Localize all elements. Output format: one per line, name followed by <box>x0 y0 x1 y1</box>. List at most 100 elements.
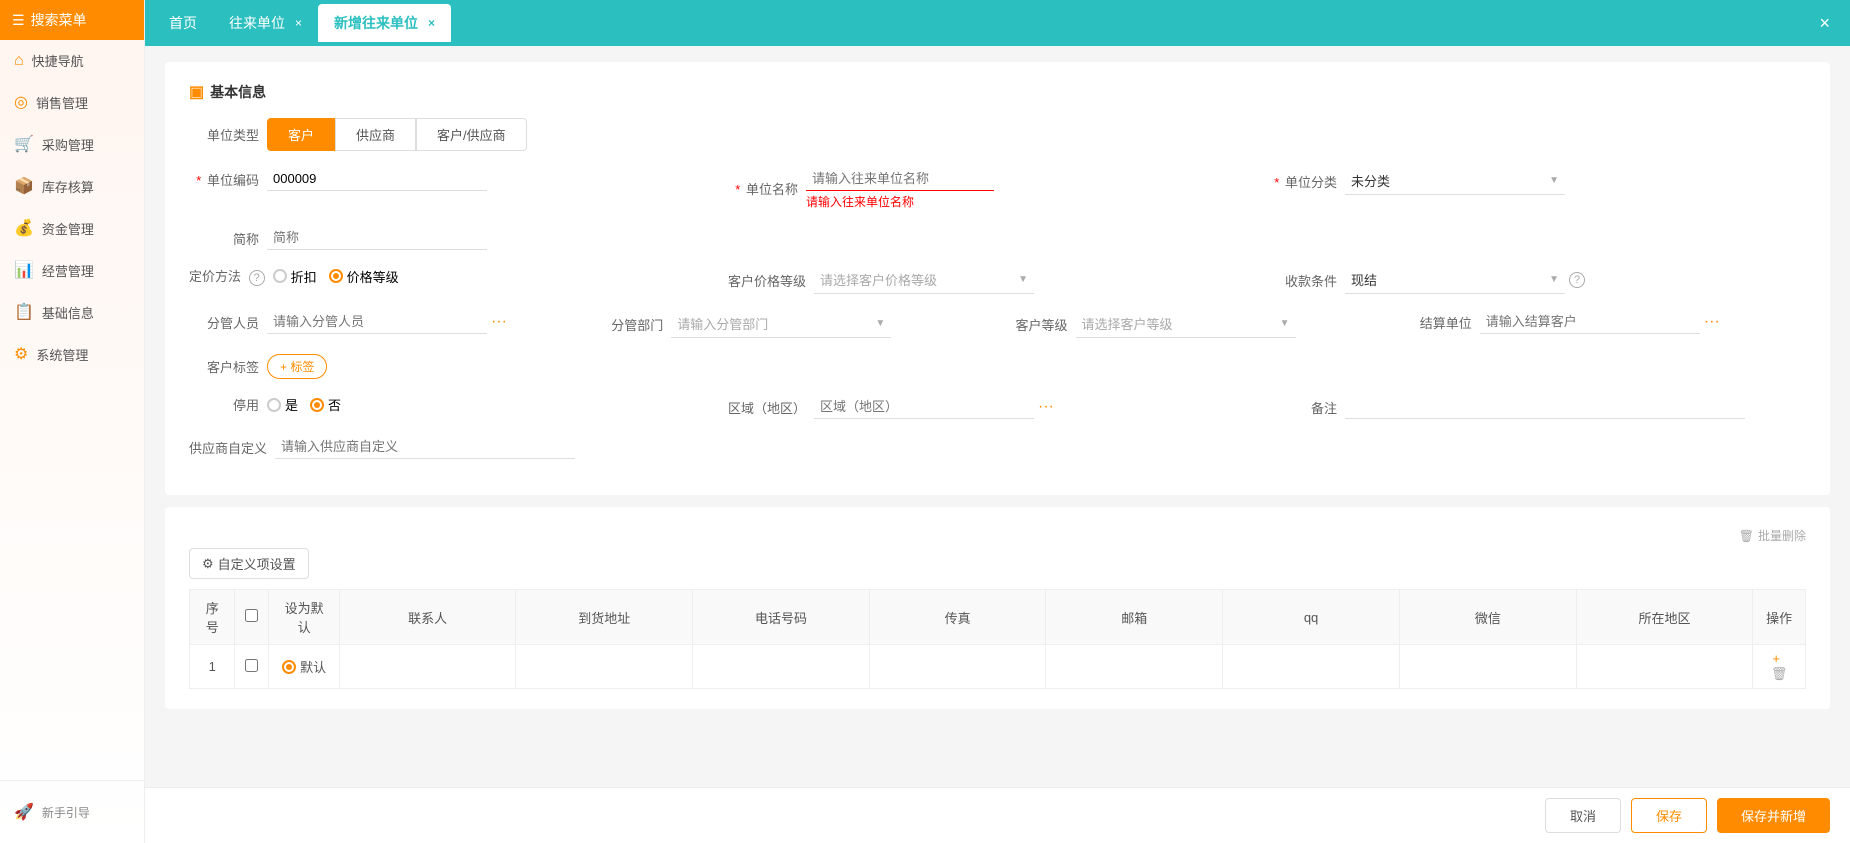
row-address[interactable] <box>516 645 693 689</box>
row-wechat[interactable] <box>1400 645 1577 689</box>
search-menu-label: 搜索菜单 <box>31 10 87 30</box>
short-name-input[interactable] <box>267 226 487 250</box>
col-region: 所在地区 <box>1576 590 1753 645</box>
pricing-discount-option[interactable]: 折扣 <box>273 267 317 286</box>
unit-type-customer-btn[interactable]: 客户 <box>267 118 335 151</box>
remark-input[interactable] <box>1345 395 1745 419</box>
manager-input[interactable] <box>267 310 487 334</box>
col-check <box>235 590 269 645</box>
row-add-icon[interactable]: + <box>1772 651 1780 666</box>
system-icon: ⚙ <box>14 344 28 364</box>
region-input[interactable] <box>814 395 1034 419</box>
sidebar-item-finance[interactable]: 💰 资金管理 <box>0 207 144 249</box>
col-phone: 电话号码 <box>693 590 870 645</box>
pricing-row: 定价方法 ? 折扣 价格等级 客户 <box>189 266 1806 294</box>
tab-counterparty[interactable]: 往来单位 × <box>213 4 318 42</box>
save-and-new-button[interactable]: 保存并新增 <box>1717 798 1830 833</box>
customer-price-level-select[interactable]: 请选择客户价格等级 ▼ <box>814 266 1034 294</box>
disabled-yes-radio <box>267 398 281 412</box>
search-menu[interactable]: ☰ 搜索菜单 <box>0 0 144 40</box>
contacts-table: 序号 设为默认 联系人 到货地址 电话号码 传真 邮箱 qq 微信 所在地区 操… <box>189 589 1806 689</box>
save-button[interactable]: 保存 <box>1631 798 1707 833</box>
row-default-radio <box>282 660 296 674</box>
row-contact[interactable] <box>339 645 516 689</box>
row-delete-icon[interactable]: 🗑 <box>1771 666 1788 681</box>
sidebar-item-system[interactable]: ⚙ 系统管理 <box>0 333 144 375</box>
disabled-yes-option[interactable]: 是 <box>267 395 298 414</box>
select-all-checkbox[interactable] <box>245 609 258 622</box>
unit-type-both-btn[interactable]: 客户/供应商 <box>416 118 527 151</box>
payment-terms-select[interactable]: 现结 ▼ <box>1345 266 1565 294</box>
department-label: 分管部门 <box>593 315 663 334</box>
customer-level-placeholder: 请选择客户等级 <box>1082 314 1173 333</box>
pricing-help-icon[interactable]: ? <box>249 270 265 286</box>
pricing-level-option[interactable]: 价格等级 <box>329 267 399 286</box>
action-bar: 取消 保存 保存并新增 <box>145 787 1850 843</box>
window-close-button[interactable]: × <box>1807 13 1842 34</box>
disabled-no-label: 否 <box>328 395 341 414</box>
row-region[interactable] <box>1576 645 1753 689</box>
row-default-radio-item[interactable]: 默认 <box>279 657 328 676</box>
add-tag-button[interactable]: + 标签 <box>267 354 327 379</box>
tab-home[interactable]: 首页 <box>153 4 213 42</box>
sidebar-item-operations[interactable]: 📊 经营管理 <box>0 249 144 291</box>
department-select[interactable]: 请输入分管部门 ▼ <box>671 310 891 338</box>
settlement-unit-input[interactable] <box>1480 310 1700 334</box>
unit-type-row: 单位类型 客户 供应商 客户/供应商 <box>189 118 1806 151</box>
unit-code-input[interactable] <box>267 167 487 191</box>
batch-delete-btn[interactable]: 🗑 批量删除 <box>189 527 1806 544</box>
row-region-input[interactable] <box>1587 659 1743 674</box>
row-fax-input[interactable] <box>880 659 1036 674</box>
region-more-icon[interactable]: ··· <box>1034 398 1058 416</box>
row-wechat-input[interactable] <box>1410 659 1566 674</box>
cancel-button[interactable]: 取消 <box>1545 798 1621 833</box>
unit-code-label: * 单位编码 <box>189 170 259 189</box>
sidebar-item-basic[interactable]: 📋 基础信息 <box>0 291 144 333</box>
disabled-no-option[interactable]: 否 <box>310 395 341 414</box>
tab-new-counterparty-close[interactable]: × <box>428 16 435 30</box>
row-email-input[interactable] <box>1056 659 1212 674</box>
row-phone[interactable] <box>693 645 870 689</box>
finance-icon: 💰 <box>14 218 34 238</box>
unit-type-group: 客户 供应商 客户/供应商 <box>267 118 527 151</box>
remark-field: 备注 <box>1267 395 1806 419</box>
payment-terms-help-icon[interactable]: ? <box>1569 272 1585 288</box>
row-checkbox[interactable] <box>245 659 258 672</box>
row-email[interactable] <box>1046 645 1223 689</box>
row-address-input[interactable] <box>526 659 682 674</box>
customer-tag-row: 客户标签 + 标签 <box>189 354 1806 379</box>
short-name-row: 简称 <box>189 226 1806 250</box>
custom-settings-button[interactable]: ⚙ 自定义项设置 <box>189 548 309 579</box>
chevron-down-icon-2: ▼ <box>1018 274 1028 285</box>
sidebar-item-guide[interactable]: 🚀 新手引导 <box>0 791 144 833</box>
row-no: 1 <box>190 645 235 689</box>
row-fax[interactable] <box>869 645 1046 689</box>
unit-category-select[interactable]: 未分类 ▼ <box>1345 167 1565 195</box>
batch-delete-label: 批量删除 <box>1758 527 1806 544</box>
sidebar-item-label: 资金管理 <box>42 219 94 238</box>
unit-type-supplier-btn[interactable]: 供应商 <box>335 118 416 151</box>
row-qq-input[interactable] <box>1233 659 1389 674</box>
unit-name-input[interactable] <box>806 167 994 191</box>
sidebar-item-purchase[interactable]: 🛒 采购管理 <box>0 123 144 165</box>
unit-code-row: * 单位编码 * 单位名称 请输入往来单位名称 <box>189 167 1806 210</box>
unit-type-field: 单位类型 客户 供应商 客户/供应商 <box>189 118 1806 151</box>
manager-more-icon[interactable]: ··· <box>487 313 511 331</box>
sidebar-item-inventory[interactable]: 📦 库存核算 <box>0 165 144 207</box>
customer-tag-field: 客户标签 + 标签 <box>189 354 1806 379</box>
settlement-more-icon[interactable]: ··· <box>1700 313 1724 331</box>
disabled-no-radio <box>310 398 324 412</box>
row-phone-input[interactable] <box>703 659 859 674</box>
unit-category-label: * 单位分类 <box>1267 172 1337 191</box>
row-qq[interactable] <box>1223 645 1400 689</box>
sidebar-item-label: 系统管理 <box>36 345 88 364</box>
pricing-level-label: 价格等级 <box>347 267 399 286</box>
sidebar-item-quick-nav[interactable]: ⌂ 快捷导航 <box>0 40 144 81</box>
customer-level-select[interactable]: 请选择客户等级 ▼ <box>1076 310 1296 338</box>
disabled-row: 停用 是 否 区域（地区） ··· <box>189 395 1806 419</box>
tab-counterparty-close[interactable]: × <box>295 16 302 30</box>
sidebar-item-sales[interactable]: ◎ 销售管理 <box>0 81 144 123</box>
supplier-custom-input[interactable] <box>275 435 575 459</box>
row-contact-input[interactable] <box>350 659 506 674</box>
tab-new-counterparty[interactable]: 新增往来单位 × <box>318 4 451 42</box>
